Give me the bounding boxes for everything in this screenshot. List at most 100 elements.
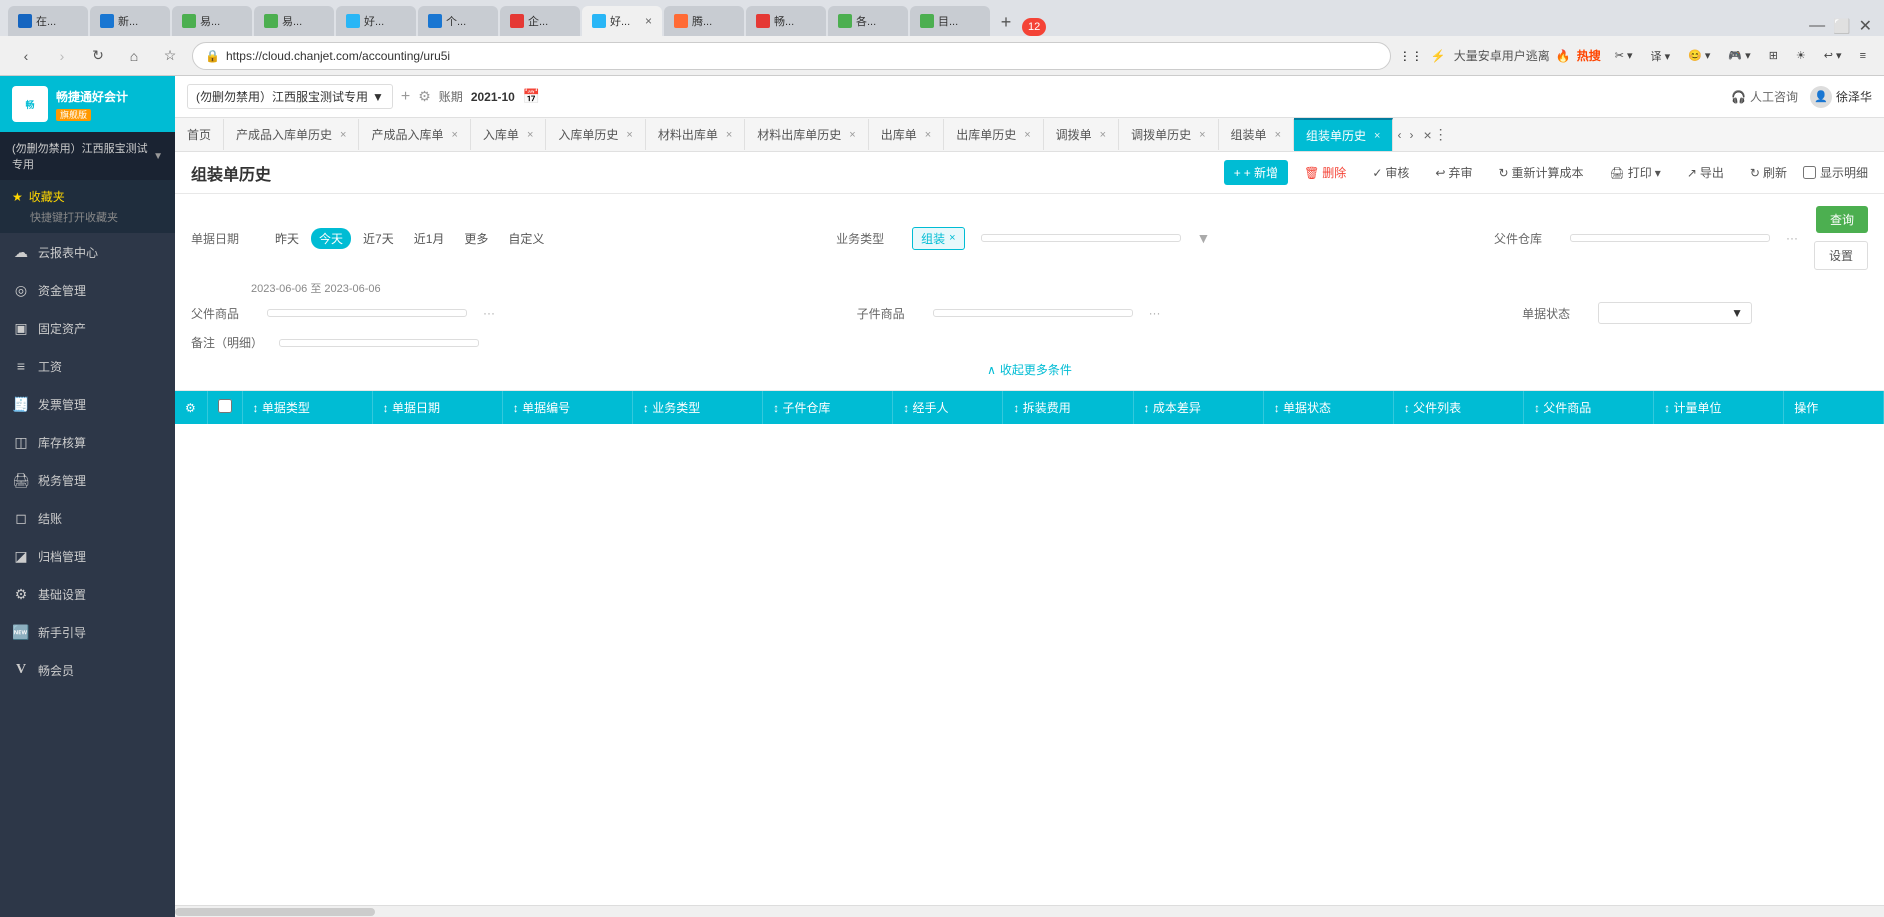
menu-tool[interactable]: ≡ (1854, 48, 1872, 64)
sidebar-item-inventory[interactable]: ◫ 库存核算 (0, 423, 175, 461)
forward-button[interactable]: › (48, 42, 76, 70)
tab-material-outbound-close[interactable]: × (726, 129, 732, 141)
bookmark-button[interactable]: ☆ (156, 42, 184, 70)
sidebar-item-funds[interactable]: ◎ 资金管理 (0, 271, 175, 309)
tab-more-menu[interactable]: ⋮ (1434, 126, 1448, 143)
th-child-warehouse[interactable]: ↕ 子件仓库 (763, 391, 893, 424)
minimize-button[interactable]: — (1809, 17, 1825, 35)
refresh-button[interactable]: ↻ 刷新 (1740, 160, 1797, 185)
sidebar-item-archive[interactable]: ◪ 归档管理 (0, 537, 175, 575)
show-detail-checkbox[interactable]: 显示明细 (1803, 164, 1868, 181)
close-browser-button[interactable]: ✕ (1859, 16, 1872, 36)
tab-prod-inbound[interactable]: 产成品入库单 × (359, 119, 470, 150)
url-bar[interactable]: 🔒 https://cloud.chanjet.com/accounting/u… (192, 42, 1391, 70)
th-cost-diff[interactable]: ↕ 成本差异 (1133, 391, 1263, 424)
sidebar-item-guide[interactable]: 🆕 新手引导 (0, 613, 175, 651)
th-parent-product[interactable]: ↕ 父件商品 (1523, 391, 1653, 424)
emoji-tool[interactable]: 😊 ▾ (1682, 47, 1716, 64)
sidebar-item-tax[interactable]: 🖨 税务管理 (0, 461, 175, 499)
browser-tab-3[interactable]: 易... (172, 6, 252, 36)
parent-warehouse-dots[interactable]: ··· (1786, 231, 1798, 245)
audit-button[interactable]: ✓ 审核 (1362, 160, 1419, 185)
th-column-settings[interactable]: ⚙ (175, 391, 207, 424)
th-business-type[interactable]: ↕ 业务类型 (632, 391, 762, 424)
reload-button[interactable]: ↻ (84, 42, 112, 70)
tab-kit-history-close[interactable]: × (1374, 130, 1380, 142)
business-type-tag-close[interactable]: × (949, 232, 955, 244)
sidebar-item-accounts[interactable]: ◻ 结账 (0, 499, 175, 537)
add-button[interactable]: + + 新增 (1224, 160, 1288, 185)
th-order-type[interactable]: ↕ 单据类型 (242, 391, 372, 424)
th-disassemble-fee[interactable]: ↕ 拆装费用 (1003, 391, 1133, 424)
tab-scroll-left[interactable]: ‹ (1393, 122, 1405, 148)
business-type-input[interactable] (981, 234, 1181, 242)
tab-outbound-history[interactable]: 出库单历史 × (944, 119, 1043, 150)
tab-inbound-close[interactable]: × (527, 129, 533, 141)
tab-kit-history[interactable]: 组装单历史 × (1294, 118, 1393, 151)
th-parent-list[interactable]: ↕ 父件列表 (1393, 391, 1523, 424)
grid-tool[interactable]: ⊞ (1763, 47, 1784, 64)
th-order-no[interactable]: ↕ 单据编号 (502, 391, 632, 424)
tab-material-outbound-history[interactable]: 材料出库单历史 × (745, 119, 868, 150)
browser-grid-icon[interactable]: ⋮⋮ (1399, 49, 1423, 63)
sidebar-item-settings[interactable]: ⚙ 基础设置 (0, 575, 175, 613)
th-handler[interactable]: ↕ 经手人 (893, 391, 1003, 424)
settings-button[interactable]: 设置 (1814, 241, 1868, 270)
tab-assemble-history[interactable]: 调拨单历史 × (1119, 119, 1218, 150)
tab-prod-inbound-close[interactable]: × (451, 129, 457, 141)
browser-tab-11[interactable]: 各... (828, 6, 908, 36)
th-unit[interactable]: ↕ 计量单位 (1654, 391, 1784, 424)
tab-material-outbound[interactable]: 材料出库单 × (646, 119, 745, 150)
tab-outbound-history-close[interactable]: × (1024, 129, 1030, 141)
tab-assemble-history-close[interactable]: × (1199, 129, 1205, 141)
browser-tab-5[interactable]: 好... (336, 6, 416, 36)
abandon-button[interactable]: ↩ 弃审 (1425, 160, 1482, 185)
date-btn-yesterday[interactable]: 昨天 (267, 228, 307, 249)
company-selector[interactable]: (勿删勿禁用）江西服宝测试专用 ▼ (187, 84, 393, 109)
sidebar-item-invoice[interactable]: 🧾 发票管理 (0, 385, 175, 423)
scrollbar-thumb[interactable] (175, 908, 375, 916)
browser-tab-9[interactable]: 腾... (664, 6, 744, 36)
date-btn-1month[interactable]: 近1月 (406, 228, 453, 249)
brightness-tool[interactable]: ☀ (1790, 47, 1812, 64)
sidebar-company[interactable]: (勿删勿禁用）江西服宝测试专用 ▼ (0, 132, 175, 180)
delete-button[interactable]: 🗑 删除 (1294, 160, 1356, 185)
remark-input[interactable] (279, 339, 479, 347)
print-button[interactable]: 🖨 打印 ▾ (1600, 160, 1671, 185)
scissors-tool[interactable]: ✂ ▾ (1609, 47, 1639, 64)
collapse-button[interactable]: ∧ 收起更多条件 (191, 361, 1868, 378)
export-button[interactable]: ↗ 导出 (1677, 160, 1734, 185)
th-order-date[interactable]: ↕ 单据日期 (372, 391, 502, 424)
tab-inbound-history[interactable]: 入库单历史 × (546, 119, 645, 150)
tab-close-current[interactable]: × (1423, 127, 1431, 143)
date-btn-more[interactable]: 更多 (456, 228, 496, 249)
add-company-icon[interactable]: + (401, 88, 410, 106)
business-type-dropdown[interactable]: ▼ (1197, 230, 1211, 246)
home-button[interactable]: ⌂ (120, 42, 148, 70)
tab-inbound-history-close[interactable]: × (626, 129, 632, 141)
browser-tab-12[interactable]: 目... (910, 6, 990, 36)
parent-warehouse-input[interactable] (1570, 234, 1770, 242)
support-button[interactable]: 🎧 人工咨询 (1731, 88, 1798, 105)
tab-kit-close[interactable]: × (1275, 129, 1281, 141)
tab-inbound[interactable]: 入库单 × (471, 119, 546, 150)
new-tab-button[interactable]: + (992, 8, 1020, 36)
browser-tab-4[interactable]: 易... (254, 6, 334, 36)
browser-tab-6[interactable]: 个... (418, 6, 498, 36)
query-button[interactable]: 查询 (1816, 206, 1868, 233)
calendar-icon[interactable]: 📅 (523, 88, 540, 105)
select-all-checkbox[interactable] (218, 399, 232, 413)
undo-tool[interactable]: ↩ ▾ (1818, 47, 1848, 64)
parent-product-input[interactable] (267, 309, 467, 317)
date-btn-today[interactable]: 今天 (311, 228, 351, 249)
sidebar-item-payroll[interactable]: ≡ 工资 (0, 347, 175, 385)
favorites-shortcut[interactable]: 快捷键打开收藏夹 (12, 209, 163, 225)
order-status-dropdown[interactable]: ▼ (1598, 302, 1752, 324)
tab-prod-inbound-history[interactable]: 产成品入库单历史 × (224, 119, 359, 150)
tab-kit[interactable]: 组装单 × (1219, 119, 1294, 150)
sidebar-item-fixed-assets[interactable]: ▣ 固定资产 (0, 309, 175, 347)
game-tool[interactable]: 🎮 ▾ (1722, 47, 1756, 64)
tab-outbound[interactable]: 出库单 × (869, 119, 944, 150)
show-detail-input[interactable] (1803, 166, 1816, 179)
tab-scroll-right[interactable]: › (1405, 122, 1417, 148)
